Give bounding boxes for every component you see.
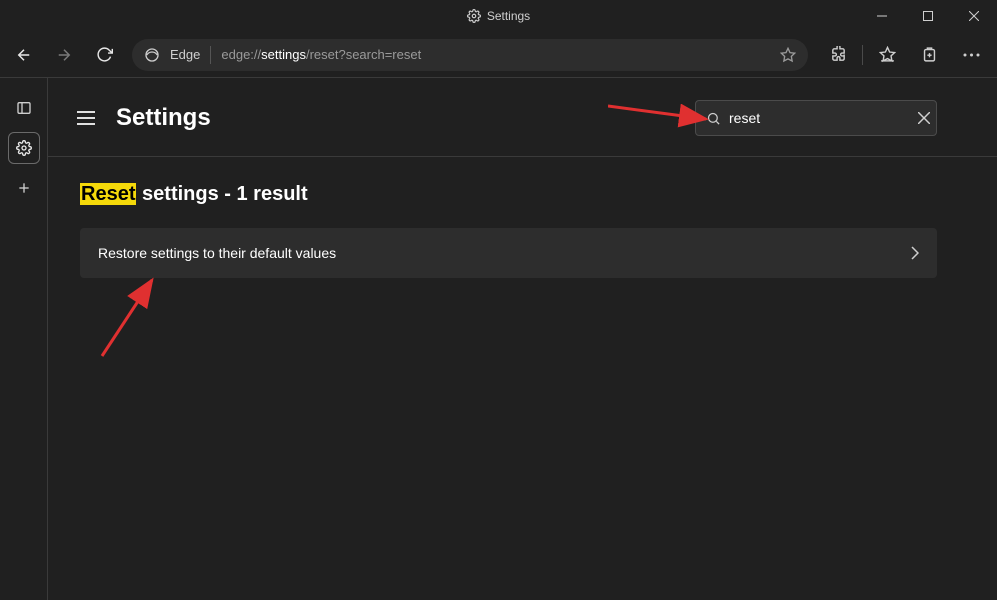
clear-search-button[interactable] — [918, 112, 930, 124]
address-bar[interactable]: Edge edge://settings/reset?search=reset — [132, 39, 808, 71]
favorite-star-icon[interactable] — [780, 47, 796, 63]
back-button[interactable] — [6, 37, 42, 73]
settings-header: Settings — [48, 78, 997, 157]
result-item-label: Restore settings to their default values — [98, 245, 336, 261]
refresh-button[interactable] — [86, 37, 122, 73]
results-heading: Reset settings - 1 result — [80, 183, 937, 206]
tab-actions-button[interactable] — [8, 92, 40, 124]
url-display: edge://settings/reset?search=reset — [221, 47, 770, 62]
settings-content: Settings Reset settings - 1 result Resto… — [48, 78, 997, 600]
divider — [862, 45, 863, 65]
minimize-button[interactable] — [859, 0, 905, 32]
more-button[interactable] — [951, 37, 991, 73]
settings-tab[interactable] — [8, 132, 40, 164]
favorites-button[interactable] — [867, 37, 907, 73]
settings-search-input[interactable] — [729, 110, 910, 126]
forward-button[interactable] — [46, 37, 82, 73]
search-results: Reset settings - 1 result Restore settin… — [48, 157, 997, 278]
maximize-button[interactable] — [905, 0, 951, 32]
results-heading-text: settings - 1 result — [136, 183, 307, 205]
gear-icon — [467, 9, 481, 23]
extensions-button[interactable] — [818, 37, 858, 73]
reset-settings-item[interactable]: Restore settings to their default values — [80, 228, 937, 278]
page-title: Settings — [116, 104, 211, 132]
search-icon — [706, 111, 721, 126]
highlighted-term: Reset — [80, 183, 136, 205]
toolbar-right — [818, 37, 991, 73]
edge-icon — [144, 47, 160, 63]
window-controls — [859, 0, 997, 32]
vertical-tab-rail — [0, 78, 48, 600]
browser-toolbar: Edge edge://settings/reset?search=reset — [0, 32, 997, 78]
collections-button[interactable] — [909, 37, 949, 73]
divider — [210, 46, 211, 64]
window-title-group: Settings — [467, 9, 530, 23]
window-title: Settings — [487, 9, 530, 23]
site-label: Edge — [170, 47, 200, 62]
settings-search[interactable] — [695, 100, 937, 136]
close-button[interactable] — [951, 0, 997, 32]
title-bar: Settings — [0, 0, 997, 32]
menu-button[interactable] — [74, 106, 98, 130]
chevron-right-icon — [911, 246, 919, 260]
new-tab-button[interactable] — [8, 172, 40, 204]
